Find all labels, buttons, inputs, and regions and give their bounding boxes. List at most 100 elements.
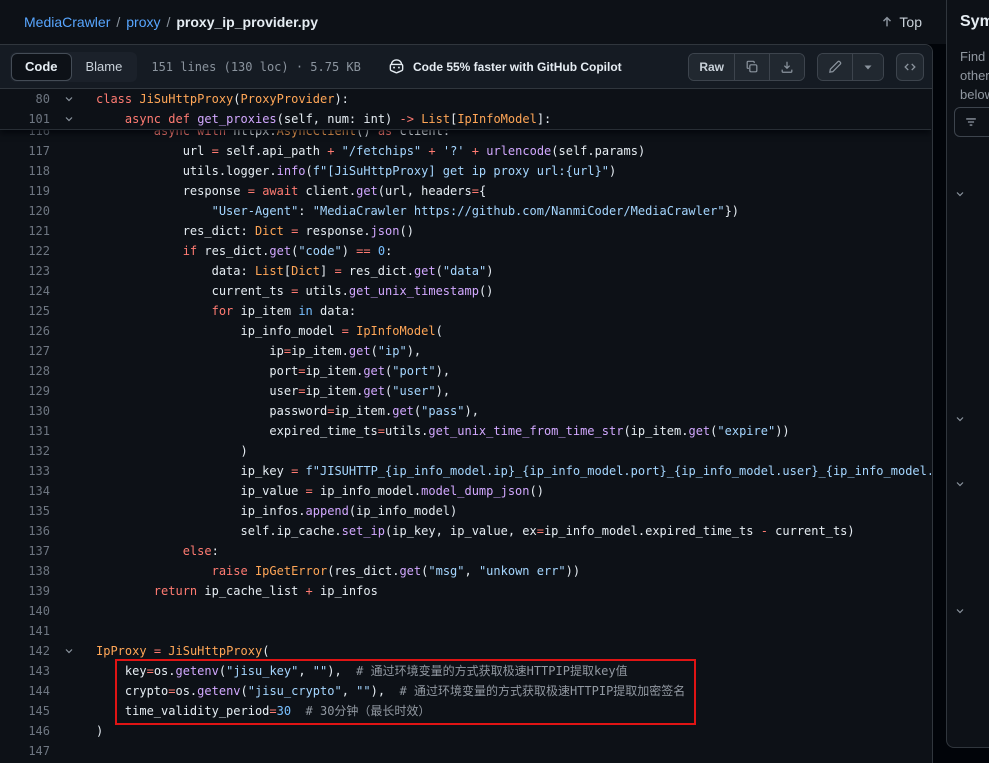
- symbols-filter-input[interactable]: [954, 107, 989, 137]
- tab-blame[interactable]: Blame: [72, 53, 137, 81]
- edit-dropdown-button[interactable]: [852, 54, 883, 80]
- chevron-slot: [50, 201, 96, 221]
- line-number[interactable]: 121: [0, 221, 50, 241]
- tab-code[interactable]: Code: [11, 53, 72, 81]
- line-number[interactable]: 133: [0, 461, 50, 481]
- symbols-panel-toggle-button[interactable]: [896, 53, 924, 81]
- chevron-down-icon[interactable]: [954, 413, 976, 425]
- chevron-slot: [50, 461, 96, 481]
- code-text: IpProxy = JiSuHttpProxy(: [96, 641, 269, 661]
- chevron-down-icon[interactable]: [954, 478, 976, 490]
- line-number[interactable]: 135: [0, 501, 50, 521]
- code-text: current_ts = utils.get_unix_timestamp(): [96, 281, 493, 301]
- back-to-top-button[interactable]: Top: [872, 10, 930, 34]
- code-line: 121 res_dict: Dict = response.json(): [0, 221, 931, 241]
- code-line: 128 port=ip_item.get("port"),: [0, 361, 931, 381]
- code-line: 126 ip_info_model = IpInfoModel(: [0, 321, 931, 341]
- line-number[interactable]: 144: [0, 681, 50, 701]
- line-number[interactable]: 137: [0, 541, 50, 561]
- code-viewer: 116 async with httpx.AsyncClient() as cl…: [0, 89, 931, 763]
- chevron-slot: [50, 361, 96, 381]
- code-line: 134 ip_value = ip_info_model.model_dump_…: [0, 481, 931, 501]
- code-text: ip_info_model = IpInfoModel(: [96, 321, 443, 341]
- copilot-icon: [388, 58, 405, 75]
- edit-button[interactable]: [818, 54, 852, 80]
- code-text: async def get_proxies(self, num: int) ->…: [96, 109, 551, 129]
- line-number[interactable]: 138: [0, 561, 50, 581]
- code-line: 118 utils.logger.info(f"[JiSuHttpProxy] …: [0, 161, 931, 181]
- line-number[interactable]: 127: [0, 341, 50, 361]
- line-number[interactable]: 118: [0, 161, 50, 181]
- breadcrumb-filename: proxy_ip_provider.py: [176, 14, 318, 30]
- line-number[interactable]: 147: [0, 741, 50, 761]
- code-line: 143 key=os.getenv("jisu_key", ""), # 通过环…: [0, 661, 931, 681]
- chevron-slot: [50, 381, 96, 401]
- code-text: self.ip_cache.set_ip(ip_key, ip_value, e…: [96, 521, 855, 541]
- chevron-down-icon[interactable]: [954, 188, 976, 200]
- chevron-slot: [50, 701, 96, 721]
- line-number[interactable]: 139: [0, 581, 50, 601]
- line-number[interactable]: 126: [0, 321, 50, 341]
- chevron-slot: [50, 221, 96, 241]
- breadcrumb-separator: /: [116, 14, 120, 30]
- code-text: raise IpGetError(res_dict.get("msg", "un…: [96, 561, 580, 581]
- line-number[interactable]: 130: [0, 401, 50, 421]
- code-text: ): [96, 441, 248, 461]
- line-number[interactable]: 140: [0, 601, 50, 621]
- copy-button[interactable]: [734, 54, 769, 80]
- line-number[interactable]: 120: [0, 201, 50, 221]
- line-number[interactable]: 124: [0, 281, 50, 301]
- chevron-slot: [50, 321, 96, 341]
- symbol-list-item[interactable]: [954, 184, 976, 204]
- line-number[interactable]: 134: [0, 481, 50, 501]
- file-info: 151 lines (130 loc) · 5.75 KB: [151, 60, 361, 74]
- chevron-slot: [50, 601, 96, 621]
- line-number[interactable]: 117: [0, 141, 50, 161]
- breadcrumb-repo-link[interactable]: MediaCrawler: [24, 14, 110, 30]
- collapse-chevron-icon[interactable]: [50, 89, 96, 109]
- code-line: 119 response = await client.get(url, hea…: [0, 181, 931, 201]
- raw-button[interactable]: Raw: [689, 54, 734, 80]
- line-number[interactable]: 131: [0, 421, 50, 441]
- code-text: data: List[Dict] = res_dict.get("data"): [96, 261, 493, 281]
- code-line: 122 if res_dict.get("code") == 0:: [0, 241, 931, 261]
- code-text: else:: [96, 541, 219, 561]
- code-line: 141: [0, 621, 931, 641]
- download-button[interactable]: [769, 54, 804, 80]
- symbol-list-item[interactable]: [954, 474, 976, 494]
- copilot-banner[interactable]: Code 55% faster with GitHub Copilot: [388, 58, 622, 75]
- line-number[interactable]: 119: [0, 181, 50, 201]
- chevron-slot: [50, 261, 96, 281]
- line-number[interactable]: 123: [0, 261, 50, 281]
- caret-down-icon: [863, 62, 873, 72]
- line-number[interactable]: 136: [0, 521, 50, 541]
- line-number[interactable]: 101: [0, 109, 50, 129]
- line-number[interactable]: 122: [0, 241, 50, 261]
- line-number[interactable]: 128: [0, 361, 50, 381]
- copy-icon: [745, 60, 759, 74]
- breadcrumb-folder-link[interactable]: proxy: [126, 14, 160, 30]
- line-number[interactable]: 129: [0, 381, 50, 401]
- code-text: key=os.getenv("jisu_key", ""), # 通过环境变量的…: [96, 661, 628, 681]
- line-number[interactable]: 80: [0, 89, 50, 109]
- chevron-down-icon[interactable]: [954, 605, 976, 617]
- symbol-list-item[interactable]: [954, 409, 976, 429]
- chevron-slot: [50, 401, 96, 421]
- code-line: 127 ip=ip_item.get("ip"),: [0, 341, 931, 361]
- line-number[interactable]: 145: [0, 701, 50, 721]
- line-number[interactable]: 132: [0, 441, 50, 461]
- collapse-chevron-icon[interactable]: [50, 109, 96, 129]
- line-number[interactable]: 141: [0, 621, 50, 641]
- code-line: 132 ): [0, 441, 931, 461]
- download-icon: [780, 60, 794, 74]
- code-line: 144 crypto=os.getenv("jisu_crypto", ""),…: [0, 681, 931, 701]
- line-number[interactable]: 143: [0, 661, 50, 681]
- chevron-slot: [50, 581, 96, 601]
- collapse-chevron-icon[interactable]: [50, 641, 96, 661]
- symbol-list-item[interactable]: [954, 601, 976, 621]
- line-number[interactable]: 142: [0, 641, 50, 661]
- code-text: utils.logger.info(f"[JiSuHttpProxy] get …: [96, 161, 616, 181]
- line-number[interactable]: 125: [0, 301, 50, 321]
- code-line: 133 ip_key = f"JISUHTTP_{ip_info_model.i…: [0, 461, 931, 481]
- line-number[interactable]: 146: [0, 721, 50, 741]
